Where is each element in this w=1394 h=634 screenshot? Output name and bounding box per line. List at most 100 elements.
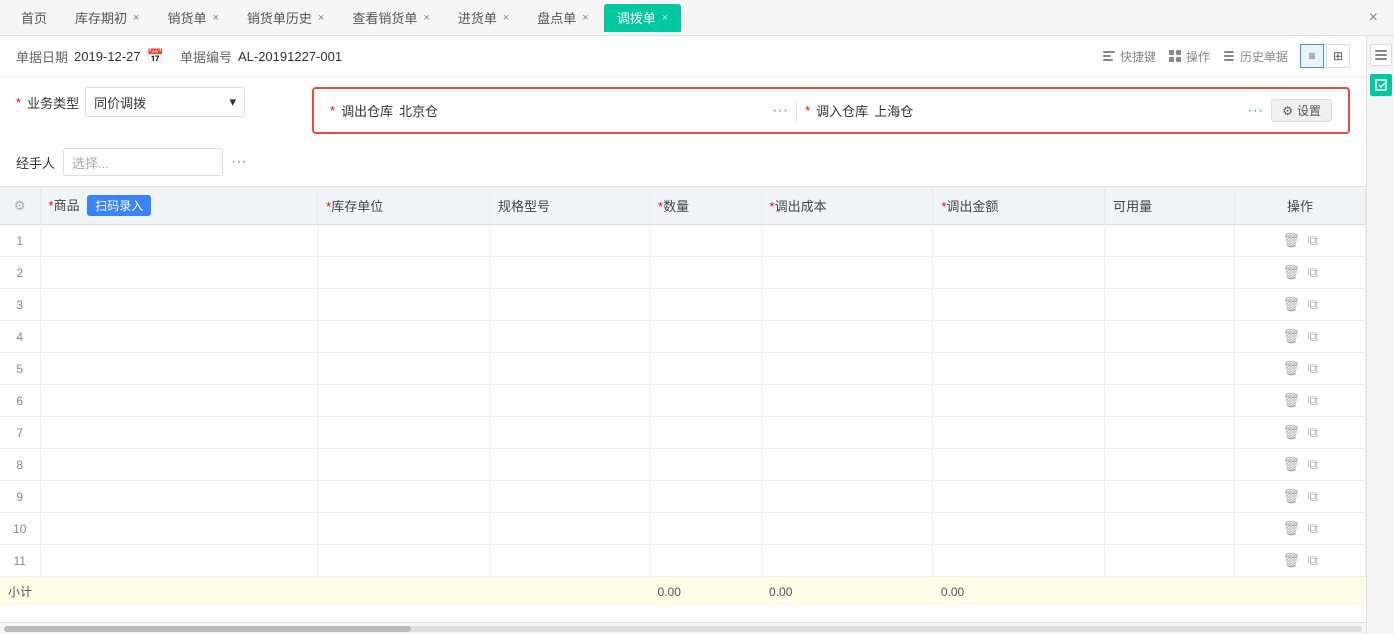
row-unit-6[interactable] [318,385,490,417]
close-tab-sales-order[interactable]: × [212,12,218,24]
delete-icon-row-8[interactable]: 🗑 [1282,456,1300,472]
sidebar-list-icon[interactable] [1370,44,1392,66]
row-spec-8[interactable] [489,449,649,481]
list-view-btn[interactable]: ≡ [1300,44,1324,68]
shortcut-btn[interactable]: 快捷键 [1102,48,1156,65]
delete-icon-row-3[interactable]: 🗑 [1282,296,1300,312]
close-all-tabs[interactable]: × [1361,9,1386,27]
row-amount-9[interactable] [933,481,1105,513]
row-qty-6[interactable] [650,385,762,417]
copy-icon-row-9[interactable]: ⧉ [1308,488,1318,504]
row-cost-11[interactable] [761,545,933,577]
close-tab-transfer[interactable]: × [662,12,668,24]
th-gear[interactable]: ⚙ [0,187,40,225]
row-qty-1[interactable] [650,225,762,257]
row-cost-7[interactable] [761,417,933,449]
close-tab-purchase[interactable]: × [503,12,509,24]
row-cost-8[interactable] [761,449,933,481]
tab-inventory-check[interactable]: 盘点单 × [524,4,601,32]
tab-view-sales[interactable]: 查看销货单 × [339,4,442,32]
delete-icon-row-4[interactable]: 🗑 [1282,328,1300,344]
row-amount-6[interactable] [933,385,1105,417]
row-product-10[interactable] [40,513,318,545]
row-product-3[interactable] [40,289,318,321]
row-product-6[interactable] [40,385,318,417]
copy-icon-row-1[interactable]: ⧉ [1308,232,1318,248]
tab-inventory-init[interactable]: 库存期初 × [62,4,152,32]
history-btn[interactable]: 历史单据 [1222,48,1288,65]
row-unit-7[interactable] [318,417,490,449]
row-cost-6[interactable] [761,385,933,417]
row-cost-9[interactable] [761,481,933,513]
operation-btn[interactable]: 操作 [1168,48,1210,65]
close-tab-sales-history[interactable]: × [318,12,324,24]
copy-icon-row-3[interactable]: ⧉ [1308,296,1318,312]
close-tab-inventory-init[interactable]: × [133,12,139,24]
business-type-dropdown[interactable]: 同价调拨 ▾ [85,87,245,117]
row-qty-8[interactable] [650,449,762,481]
close-tab-view-sales[interactable]: × [423,12,429,24]
row-spec-10[interactable] [489,513,649,545]
tab-home[interactable]: 首页 [8,4,60,32]
delete-icon-row-7[interactable]: 🗑 [1282,424,1300,440]
tab-transfer[interactable]: 调拨单 × [604,4,681,32]
row-qty-5[interactable] [650,353,762,385]
row-unit-1[interactable] [318,225,490,257]
scrollbar[interactable] [0,622,1366,634]
row-unit-5[interactable] [318,353,490,385]
row-unit-11[interactable] [318,545,490,577]
warehouse-in-more[interactable]: ··· [1247,102,1263,120]
row-qty-7[interactable] [650,417,762,449]
copy-icon-row-6[interactable]: ⧉ [1308,392,1318,408]
delete-icon-row-10[interactable]: 🗑 [1282,520,1300,536]
row-product-9[interactable] [40,481,318,513]
row-product-2[interactable] [40,257,318,289]
row-amount-2[interactable] [933,257,1105,289]
row-spec-7[interactable] [489,417,649,449]
grid-view-btn[interactable]: ⊞ [1326,44,1350,68]
setting-button[interactable]: ⚙ 设置 [1271,99,1332,122]
calendar-icon[interactable]: 📅 [147,48,164,65]
row-amount-3[interactable] [933,289,1105,321]
copy-icon-row-2[interactable]: ⧉ [1308,264,1318,280]
copy-icon-row-8[interactable]: ⧉ [1308,456,1318,472]
copy-icon-row-7[interactable]: ⧉ [1308,424,1318,440]
row-unit-4[interactable] [318,321,490,353]
delete-icon-row-2[interactable]: 🗑 [1282,264,1300,280]
row-amount-11[interactable] [933,545,1105,577]
row-cost-1[interactable] [761,225,933,257]
delete-icon-row-1[interactable]: 🗑 [1282,232,1300,248]
row-cost-5[interactable] [761,353,933,385]
row-amount-10[interactable] [933,513,1105,545]
row-amount-7[interactable] [933,417,1105,449]
copy-icon-row-10[interactable]: ⧉ [1308,520,1318,536]
row-cost-10[interactable] [761,513,933,545]
row-amount-1[interactable] [933,225,1105,257]
warehouse-out-more[interactable]: ··· [772,102,788,120]
row-unit-9[interactable] [318,481,490,513]
sidebar-export-icon[interactable] [1370,74,1392,96]
row-cost-3[interactable] [761,289,933,321]
delete-icon-row-11[interactable]: 🗑 [1282,552,1300,568]
row-qty-2[interactable] [650,257,762,289]
row-qty-11[interactable] [650,545,762,577]
row-spec-1[interactable] [489,225,649,257]
delete-icon-row-9[interactable]: 🗑 [1282,488,1300,504]
row-qty-4[interactable] [650,321,762,353]
row-spec-5[interactable] [489,353,649,385]
row-amount-4[interactable] [933,321,1105,353]
close-tab-inventory-check[interactable]: × [582,12,588,24]
row-product-7[interactable] [40,417,318,449]
row-unit-3[interactable] [318,289,490,321]
handler-more[interactable]: ··· [231,153,247,171]
row-product-4[interactable] [40,321,318,353]
handler-selector[interactable]: 选择... [63,148,223,176]
row-product-1[interactable] [40,225,318,257]
scan-button[interactable]: 扫码录入 [87,195,151,216]
row-qty-10[interactable] [650,513,762,545]
row-amount-5[interactable] [933,353,1105,385]
row-unit-10[interactable] [318,513,490,545]
row-spec-9[interactable] [489,481,649,513]
tab-sales-history[interactable]: 销货单历史 × [234,4,337,32]
delete-icon-row-6[interactable]: 🗑 [1282,392,1300,408]
